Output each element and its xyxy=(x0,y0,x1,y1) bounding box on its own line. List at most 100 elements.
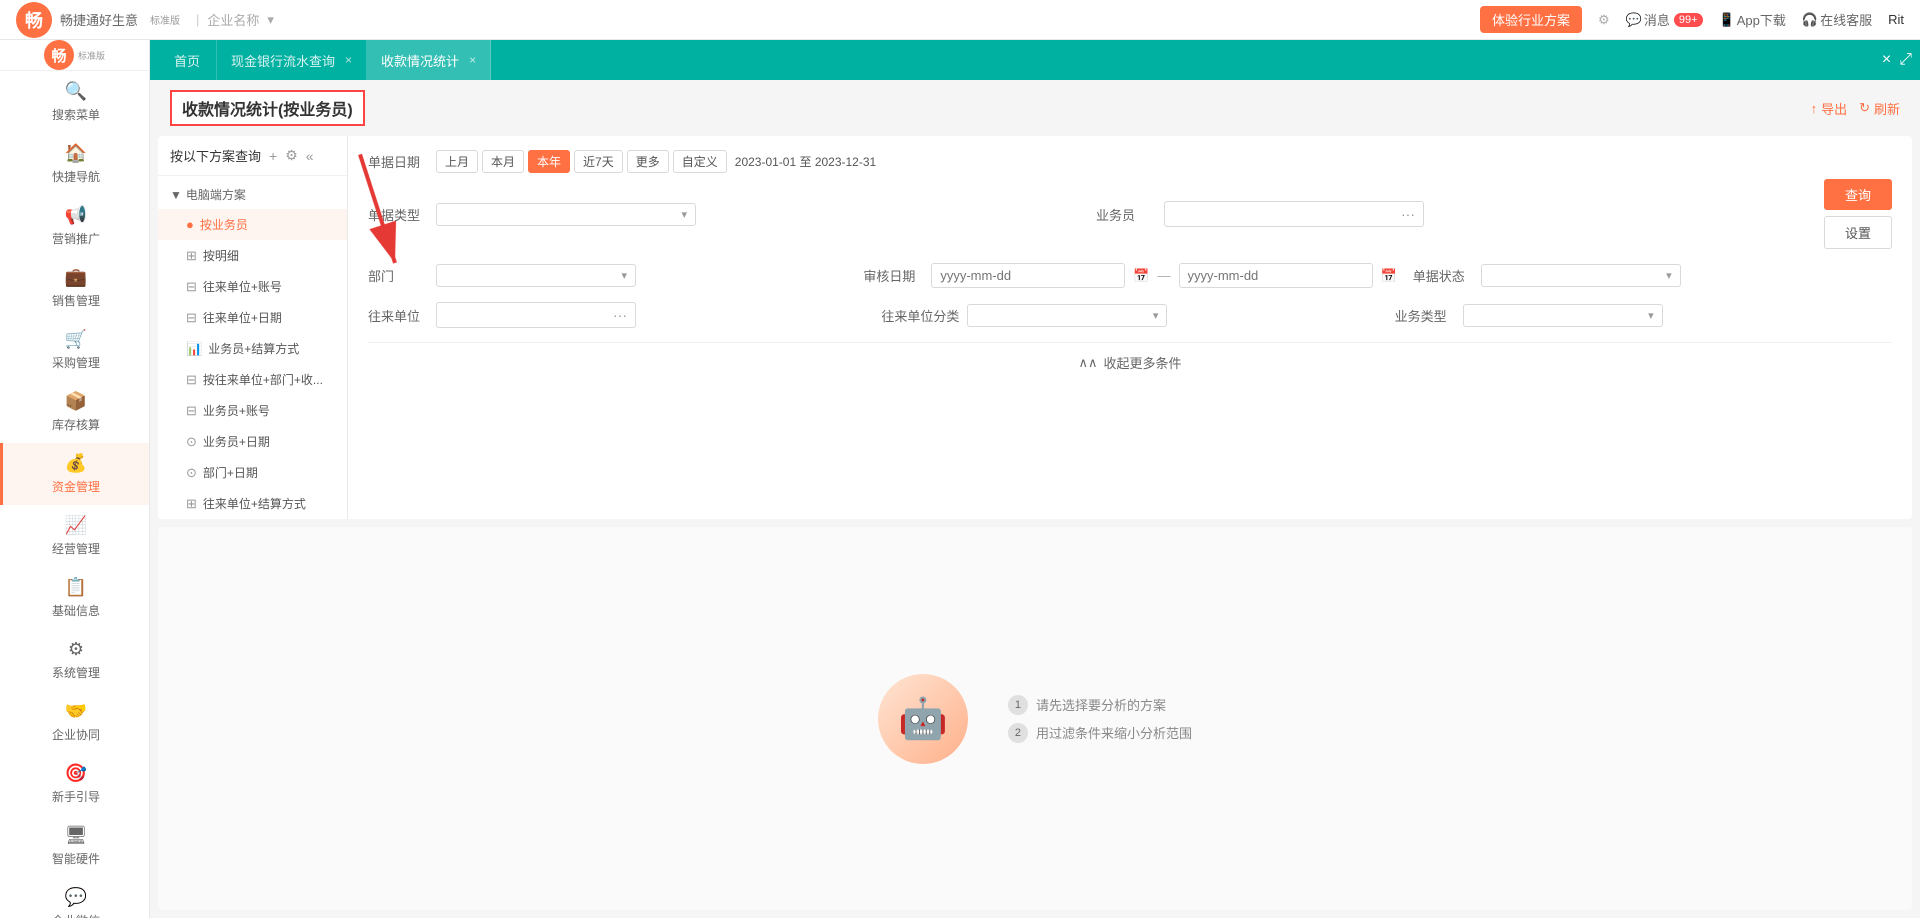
tab-home[interactable]: 首页 xyxy=(158,40,217,80)
scheme-item-salesman-date[interactable]: ⊙ 业务员+日期 xyxy=(158,426,347,457)
app-download-link[interactable]: 📱 App下载 xyxy=(1719,10,1786,29)
review-date-end[interactable] xyxy=(1179,263,1373,288)
empty-steps: 1 请先选择要分析的方案 2 用过滤条件来缩小分析范围 xyxy=(1008,695,1192,743)
tab-cashflow[interactable]: 现金银行流水查询 × xyxy=(217,40,367,80)
sidebar-item-inventory[interactable]: 📦 库存核算 xyxy=(0,381,149,443)
scheme-add-btn[interactable]: + xyxy=(269,148,277,164)
messages-badge: 99+ xyxy=(1674,13,1703,27)
scheme-item-salesman-payment[interactable]: 📊 业务员+结算方式 xyxy=(158,333,347,364)
sidebar-item-sales[interactable]: 💼 销售管理 xyxy=(0,257,149,319)
basic-icon: 📋 xyxy=(65,577,87,598)
vstatus-select[interactable]: ▾ xyxy=(1481,264,1681,287)
counterpart-more-icon[interactable]: ··· xyxy=(613,307,627,323)
calendar-icon-1[interactable]: 📅 xyxy=(1133,268,1149,284)
export-btn[interactable]: ↑ 导出 xyxy=(1811,99,1848,118)
dept-select[interactable]: ▾ xyxy=(436,264,636,287)
voucher-type-select[interactable]: ▾ xyxy=(436,203,696,226)
online-service-link[interactable]: 🎧 在线客服 xyxy=(1802,10,1872,29)
tab-receipt[interactable]: 收款情况统计 × xyxy=(367,40,491,80)
sidebar-item-operation[interactable]: 📈 经营管理 xyxy=(0,505,149,567)
date-btn-custom[interactable]: 自定义 xyxy=(673,150,727,173)
date-btn-last-month[interactable]: 上月 xyxy=(436,150,478,173)
salesman-select[interactable]: ··· xyxy=(1164,201,1424,227)
scheme-item-icon-ca: ⊟ xyxy=(186,279,197,295)
sidebar-item-guide[interactable]: 🎯 新手引导 xyxy=(0,753,149,815)
sidebar-item-label: 资金管理 xyxy=(52,478,100,495)
counterpart-select[interactable]: ··· xyxy=(436,302,636,328)
sidebar-item-label: 经营管理 xyxy=(52,540,100,557)
tab-receipt-close[interactable]: × xyxy=(469,53,476,67)
filter-row-1: 单据日期 上月 本月 本年 近7天 更多 自定义 2023-01-01 至 20… xyxy=(368,150,1892,173)
sidebar-item-basic[interactable]: 📋 基础信息 xyxy=(0,567,149,629)
date-btn-more[interactable]: 更多 xyxy=(627,150,669,173)
sidebar-item-marketing[interactable]: 📢 营销推广 xyxy=(0,195,149,257)
salesman-more-icon[interactable]: ··· xyxy=(1401,206,1415,222)
filter-row-2: 部门 ▾ 审核日期 📅 — 📅 xyxy=(368,263,1892,288)
scheme-item-by-salesman[interactable]: ● 按业务员 xyxy=(158,209,347,240)
biz-type-select[interactable]: ▾ xyxy=(1463,304,1663,327)
empty-icon-container: 🤖 xyxy=(878,674,968,764)
refresh-btn[interactable]: ↻ 刷新 xyxy=(1859,99,1900,118)
filter-row-3: 往来单位 ··· 往来单位分类 ▾ 业务类型 xyxy=(368,302,1892,328)
date-btn-7days[interactable]: 近7天 xyxy=(574,150,623,173)
sidebar-item-label: 销售管理 xyxy=(52,292,100,309)
sidebar-item-label: 智能硬件 xyxy=(52,850,100,867)
calendar-icon-2[interactable]: 📅 xyxy=(1381,268,1397,284)
scheme-item-icon-cp1: ⊞ xyxy=(186,496,197,512)
download-icon: 📱 xyxy=(1719,12,1735,28)
query-btn[interactable]: 查询 xyxy=(1824,179,1892,210)
sidebar-item-quicknav[interactable]: 🏠 快捷导航 xyxy=(0,133,149,195)
scheme-settings-btn[interactable]: ⚙ xyxy=(285,147,298,164)
date-btn-this-year[interactable]: 本年 xyxy=(528,150,570,173)
sidebar-item-wechat[interactable]: 💬 企业微信 xyxy=(0,877,149,918)
sidebar-item-system[interactable]: ⚙ 系统管理 xyxy=(0,629,149,691)
tab-expand-btn[interactable]: ⤢ xyxy=(1899,51,1912,69)
sidebar-logo: 畅 标准版 xyxy=(0,40,149,71)
sales-icon: 💼 xyxy=(65,267,87,288)
sidebar-item-purchase[interactable]: 🛒 采购管理 xyxy=(0,319,149,381)
vtype-label: 单据类型 xyxy=(368,205,428,224)
scheme-item-counterpart-account[interactable]: ⊟ 往来单位+账号 xyxy=(158,271,347,302)
step-2-text: 用过滤条件来缩小分析范围 xyxy=(1036,723,1192,742)
trial-btn[interactable]: 体验行业方案 xyxy=(1480,6,1582,33)
scheme-item-dept-date[interactable]: ⊙ 部门+日期 xyxy=(158,457,347,488)
sidebar-logo-icon: 畅 xyxy=(44,40,74,70)
vstatus-chevron: ▾ xyxy=(1666,269,1672,282)
collapse-label: 收起更多条件 xyxy=(1104,353,1182,372)
breadcrumb-chevron[interactable]: ▾ xyxy=(267,12,274,28)
top-bar: 畅 畅捷通好生意 标准版 | 企业名称 ▾ 体验行业方案 ⚙ 💬 消息 99+ … xyxy=(0,0,1920,40)
scheme-item-cp-payment1[interactable]: ⊞ 往来单位+结算方式 xyxy=(158,488,347,519)
finance-icon: 💰 xyxy=(65,453,87,474)
settings-btn[interactable]: 设置 xyxy=(1824,216,1892,249)
user-name[interactable]: Rit xyxy=(1888,12,1904,27)
empty-step-1: 1 请先选择要分析的方案 xyxy=(1008,695,1192,715)
hardware-icon: 🖥 xyxy=(65,825,88,846)
scheme-panel: 按以下方案查询 + ⚙ « ▼ 电脑端方案 ● 按业务员 ⊞ xyxy=(158,136,348,519)
cp-class-select[interactable]: ▾ xyxy=(967,304,1167,327)
scheme-item-icon-sp: 📊 xyxy=(186,341,202,357)
operation-icon: 📈 xyxy=(65,515,87,536)
scheme-section-pc: ▼ 电脑端方案 ● 按业务员 ⊞ 按明细 ⊟ 往来单位+账号 xyxy=(158,176,347,519)
review-date-start[interactable] xyxy=(931,263,1125,288)
sidebar-item-hardware[interactable]: 🖥 智能硬件 xyxy=(0,815,149,877)
tab-close-btn[interactable]: × xyxy=(1882,51,1891,69)
app-name: 畅捷通好生意 xyxy=(60,10,138,29)
tab-cashflow-close[interactable]: × xyxy=(345,53,352,67)
sidebar-item-label: 企业协同 xyxy=(52,726,100,743)
scheme-item-counterpart-date[interactable]: ⊟ 往来单位+日期 xyxy=(158,302,347,333)
scheme-item-detail[interactable]: ⊞ 按明细 xyxy=(158,240,347,271)
date-btn-this-month[interactable]: 本月 xyxy=(482,150,524,173)
scheme-item-dept-group[interactable]: ⊟ 按往来单位+部门+收... xyxy=(158,364,347,395)
scheme-item-salesman-account[interactable]: ⊟ 业务员+账号 xyxy=(158,395,347,426)
collapse-bar[interactable]: ∧∧ 收起更多条件 xyxy=(368,342,1892,382)
sidebar-item-finance[interactable]: 💰 资金管理 xyxy=(0,443,149,505)
scheme-item-icon-salesman: ● xyxy=(186,217,194,232)
scheme-collapse-btn[interactable]: « xyxy=(306,148,314,164)
export-icon: ↑ xyxy=(1811,101,1818,116)
scheme-header: 按以下方案查询 + ⚙ « xyxy=(158,136,347,176)
sidebar-item-collab[interactable]: 🤝 企业协同 xyxy=(0,691,149,753)
sidebar-item-search[interactable]: 🔍 搜索菜单 xyxy=(0,71,149,133)
vtype-chevron: ▾ xyxy=(681,208,687,221)
scheme-section-pc-title[interactable]: ▼ 电脑端方案 xyxy=(158,180,347,209)
messages-link[interactable]: 💬 消息 99+ xyxy=(1626,10,1703,29)
